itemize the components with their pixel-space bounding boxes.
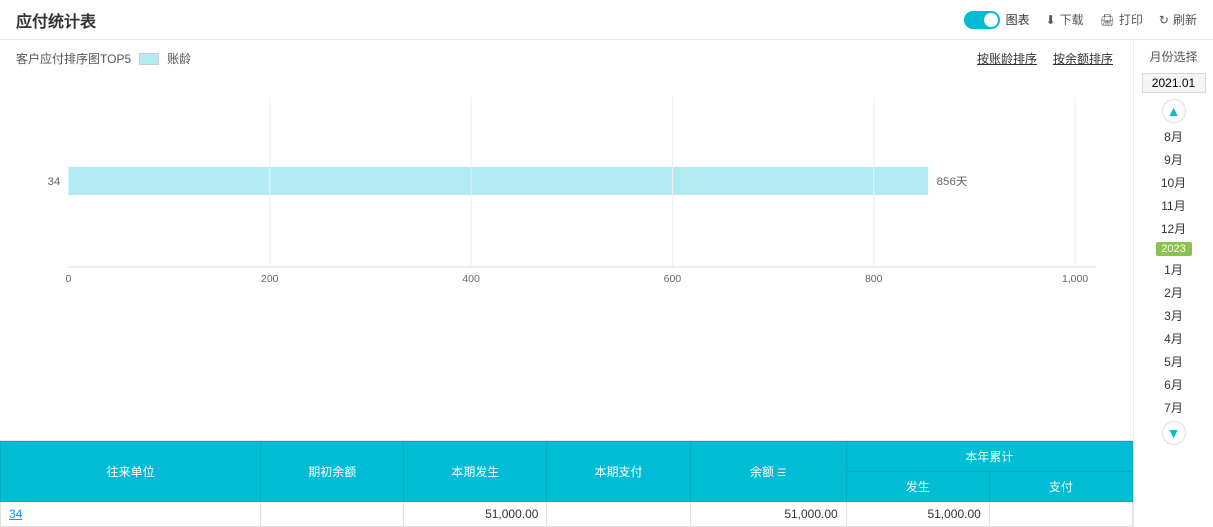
col-ytd-pay: 支付 bbox=[989, 472, 1132, 502]
sidebar-month-2[interactable]: 2月 bbox=[1134, 281, 1213, 304]
svg-text:200: 200 bbox=[261, 274, 279, 285]
page-title: 应付统计表 bbox=[16, 8, 96, 32]
download-button[interactable]: ⬇ 下载 bbox=[1046, 11, 1084, 28]
cell-ytd-occur: 51,000.00 bbox=[846, 502, 989, 527]
right-sidebar: 月份选择 ▲ 8月 9月 10月 11月 12月 2023 1月 2月 3月 4… bbox=[1133, 40, 1213, 527]
col-from-unit: 往来单位 bbox=[1, 442, 261, 502]
col-balance: 余额 ☰ bbox=[690, 442, 846, 502]
cell-opening-balance bbox=[261, 502, 404, 527]
sort-buttons: 按账龄排序 按余额排序 bbox=[973, 48, 1117, 69]
refresh-label: 刷新 bbox=[1173, 11, 1197, 28]
sidebar-year-badge: 2023 bbox=[1156, 242, 1192, 256]
col-opening-balance: 期初余额 bbox=[261, 442, 404, 502]
cell-current-occur: 51,000.00 bbox=[404, 502, 547, 527]
sidebar-month-7[interactable]: 7月 bbox=[1134, 396, 1213, 419]
svg-text:856天: 856天 bbox=[937, 176, 968, 188]
chart-legend: 客户应付排序图TOP5 账龄 bbox=[16, 50, 191, 67]
sidebar-month-3[interactable]: 3月 bbox=[1134, 304, 1213, 327]
sidebar-year-input[interactable] bbox=[1142, 73, 1206, 93]
content-area: 客户应付排序图TOP5 账龄 按账龄排序 按余额排序 34 856天 bbox=[0, 40, 1213, 527]
balance-sort-icon: ☰ bbox=[777, 468, 786, 479]
chart-area: 34 856天 0 200 400 600 800 1,000 bbox=[0, 77, 1133, 440]
col-ytd-occur: 发生 bbox=[846, 472, 989, 502]
table-row: 34 51,000.00 51,000.00 51,000.00 bbox=[1, 502, 1133, 527]
toggle-track[interactable] bbox=[964, 11, 1000, 29]
print-button[interactable]: 🖨 打印 bbox=[1100, 11, 1143, 28]
col-ytd: 本年累计 bbox=[846, 442, 1132, 472]
sidebar-arrow-up[interactable]: ▲ bbox=[1162, 99, 1186, 123]
sidebar-month-6[interactable]: 6月 bbox=[1134, 373, 1213, 396]
print-label: 打印 bbox=[1119, 11, 1143, 28]
sidebar-month-4[interactable]: 4月 bbox=[1134, 327, 1213, 350]
print-icon: 🖨 bbox=[1100, 13, 1115, 27]
legend-item: 账龄 bbox=[167, 50, 191, 67]
refresh-button[interactable]: ↻ 刷新 bbox=[1159, 11, 1197, 28]
col-current-pay: 本期支付 bbox=[547, 442, 690, 502]
legend-box bbox=[139, 53, 159, 65]
chart-toggle[interactable]: 图表 bbox=[964, 11, 1030, 29]
header-actions: 图表 ⬇ 下载 🖨 打印 ↻ 刷新 bbox=[964, 11, 1197, 29]
download-icon: ⬇ bbox=[1046, 13, 1056, 27]
sidebar-month-10[interactable]: 10月 bbox=[1134, 171, 1213, 194]
download-label: 下载 bbox=[1060, 11, 1084, 28]
svg-text:34: 34 bbox=[47, 176, 60, 188]
table-section: 往来单位 期初余额 本期发生 本期支付 余额 ☰ 本年累计 bbox=[0, 440, 1133, 527]
toggle-thumb bbox=[984, 13, 998, 27]
sidebar-month-11[interactable]: 11月 bbox=[1134, 194, 1213, 217]
data-table: 往来单位 期初余额 本期发生 本期支付 余额 ☰ 本年累计 bbox=[0, 441, 1133, 527]
svg-text:800: 800 bbox=[865, 274, 883, 285]
legend-title: 客户应付排序图TOP5 bbox=[16, 50, 131, 67]
sidebar-label: 月份选择 bbox=[1149, 44, 1197, 69]
cell-unit[interactable]: 34 bbox=[1, 502, 261, 527]
sidebar-month-8[interactable]: 8月 bbox=[1134, 125, 1213, 148]
sidebar-month-5[interactable]: 5月 bbox=[1134, 350, 1213, 373]
chart-header: 客户应付排序图TOP5 账龄 按账龄排序 按余额排序 bbox=[0, 40, 1133, 77]
sidebar-month-12[interactable]: 12月 bbox=[1134, 217, 1213, 240]
svg-text:400: 400 bbox=[462, 274, 480, 285]
sidebar-month-1[interactable]: 1月 bbox=[1134, 258, 1213, 281]
table-wrapper: 往来单位 期初余额 本期发生 本期支付 余额 ☰ 本年累计 bbox=[0, 441, 1133, 527]
col-current-occur: 本期发生 bbox=[404, 442, 547, 502]
table-header-row-1: 往来单位 期初余额 本期发生 本期支付 余额 ☰ 本年累计 bbox=[1, 442, 1133, 472]
svg-text:1,000: 1,000 bbox=[1062, 274, 1089, 285]
page-header: 应付统计表 图表 ⬇ 下载 🖨 打印 ↻ 刷新 bbox=[0, 0, 1213, 40]
svg-text:600: 600 bbox=[664, 274, 682, 285]
svg-text:0: 0 bbox=[66, 274, 72, 285]
chart-section: 客户应付排序图TOP5 账龄 按账龄排序 按余额排序 34 856天 bbox=[0, 40, 1133, 527]
sort-by-balance-button[interactable]: 按账龄排序 bbox=[973, 48, 1041, 69]
cell-ytd-pay bbox=[989, 502, 1132, 527]
sidebar-arrow-down[interactable]: ▼ bbox=[1162, 421, 1186, 445]
cell-balance: 51,000.00 bbox=[690, 502, 846, 527]
sort-by-amount-button[interactable]: 按余额排序 bbox=[1049, 48, 1117, 69]
sidebar-month-9[interactable]: 9月 bbox=[1134, 148, 1213, 171]
refresh-icon: ↻ bbox=[1159, 13, 1169, 27]
toggle-label: 图表 bbox=[1006, 11, 1030, 28]
cell-current-pay bbox=[547, 502, 690, 527]
bar-chart: 34 856天 0 200 400 600 800 1,000 bbox=[16, 77, 1117, 297]
